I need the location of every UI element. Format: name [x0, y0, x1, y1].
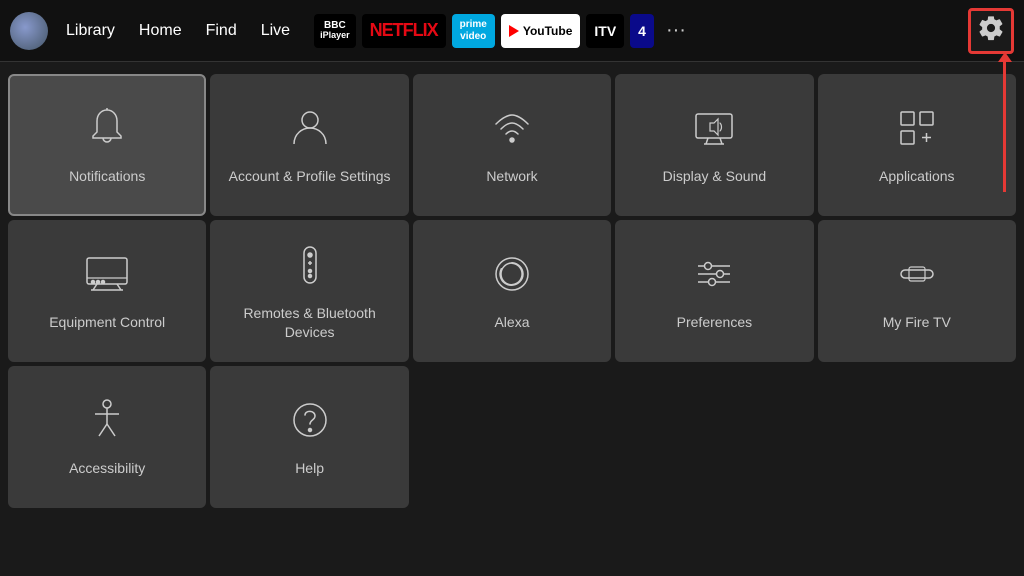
tile-applications[interactable]: Applications [818, 74, 1016, 216]
settings-grid: Notifications Account & Profile Settings… [0, 66, 1024, 516]
tile-alexa[interactable]: Alexa [413, 220, 611, 362]
tile-accessibility[interactable]: Accessibility [8, 366, 206, 508]
prime-video-badge[interactable]: prime video [452, 14, 495, 48]
tile-applications-label: Applications [879, 167, 955, 185]
user-avatar[interactable] [10, 12, 48, 50]
sliders-icon [690, 250, 738, 303]
channel4-badge[interactable]: 4 [630, 14, 654, 48]
nav-home[interactable]: Home [139, 22, 182, 40]
nav-live[interactable]: Live [261, 22, 290, 40]
itv-badge[interactable]: ITV [586, 14, 624, 48]
tile-account-label: Account & Profile Settings [229, 167, 391, 185]
tile-remotes[interactable]: Remotes & Bluetooth Devices [210, 220, 408, 362]
tile-network[interactable]: Network [413, 74, 611, 216]
netflix-badge[interactable]: NETFLIX [362, 14, 446, 48]
tile-preferences[interactable]: Preferences [615, 220, 813, 362]
gear-icon [977, 14, 1005, 47]
top-navigation: Library Home Find Live BBC iPlayer NETFL… [0, 0, 1024, 62]
tile-display-sound[interactable]: Display & Sound [615, 74, 813, 216]
nav-apps: BBC iPlayer NETFLIX prime video YouTube … [314, 14, 964, 48]
person-icon [286, 104, 334, 157]
tile-myfiretv[interactable]: My Fire TV [818, 220, 1016, 362]
youtube-badge[interactable]: YouTube [501, 14, 581, 48]
apps-icon [893, 104, 941, 157]
tile-equipment-label: Equipment Control [49, 313, 165, 331]
tile-preferences-label: Preferences [677, 313, 752, 331]
tile-help[interactable]: Help [210, 366, 408, 508]
alexa-icon [488, 250, 536, 303]
tile-accessibility-label: Accessibility [69, 459, 145, 477]
nav-library[interactable]: Library [66, 22, 115, 40]
tile-help-label: Help [295, 459, 324, 477]
bell-icon [83, 104, 131, 157]
accessibility-icon [83, 396, 131, 449]
tile-equipment[interactable]: Equipment Control [8, 220, 206, 362]
tile-notifications-label: Notifications [69, 167, 145, 185]
display-icon [690, 104, 738, 157]
help-icon [286, 396, 334, 449]
nav-links: Library Home Find Live [66, 22, 290, 40]
bbc-iplayer-badge[interactable]: BBC iPlayer [314, 14, 356, 48]
tile-alexa-label: Alexa [494, 313, 529, 331]
nav-find[interactable]: Find [206, 22, 237, 40]
tile-notifications[interactable]: Notifications [8, 74, 206, 216]
red-arrow-indicator [1003, 62, 1006, 192]
remote-icon [286, 241, 334, 294]
firetv-icon [893, 250, 941, 303]
tile-network-label: Network [486, 167, 537, 185]
monitor-icon [83, 250, 131, 303]
wifi-icon [488, 104, 536, 157]
tile-myfiretv-label: My Fire TV [883, 313, 951, 331]
tile-display-sound-label: Display & Sound [663, 167, 767, 185]
tile-remotes-label: Remotes & Bluetooth Devices [218, 304, 400, 340]
tile-account[interactable]: Account & Profile Settings [210, 74, 408, 216]
settings-button[interactable] [968, 8, 1014, 54]
more-apps-button[interactable]: ··· [666, 19, 686, 42]
